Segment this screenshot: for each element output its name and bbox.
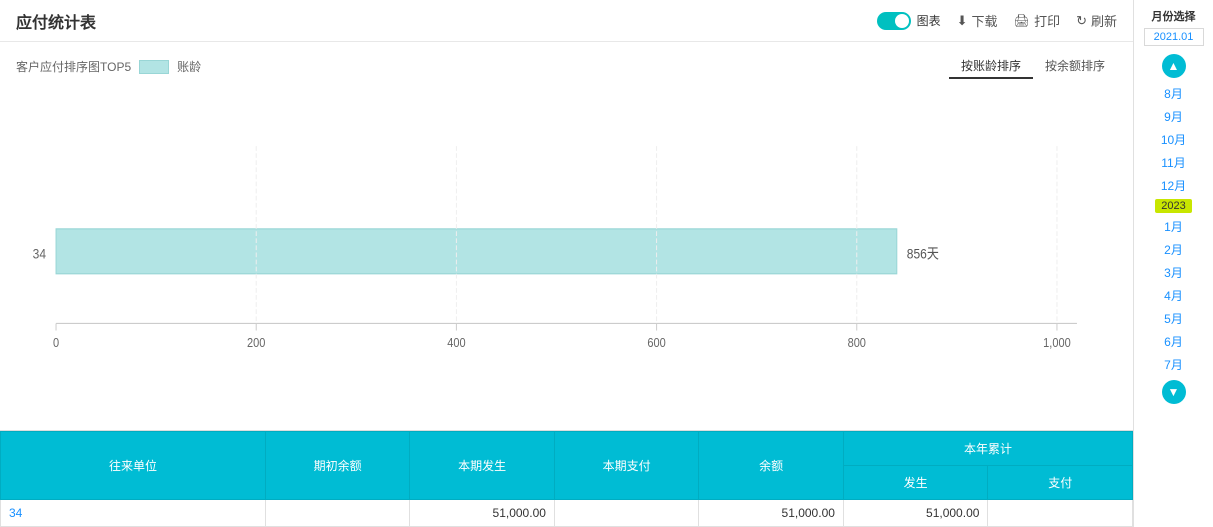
page-title: 应付统计表: [16, 9, 96, 33]
refresh-icon: ↻: [1076, 13, 1087, 29]
svg-text:200: 200: [247, 335, 266, 350]
sidebar-month-9[interactable]: 9月: [1134, 105, 1213, 128]
sidebar-month-1[interactable]: 1月: [1134, 215, 1213, 238]
sidebar-month-4[interactable]: 4月: [1134, 284, 1213, 307]
sidebar-month-11[interactable]: 11月: [1134, 151, 1213, 174]
cell-opening: [265, 500, 410, 527]
header: 应付统计表 图表 ⬇ 下载 🖨 打印 ↻ 刷新: [0, 0, 1133, 42]
cell-current-pay: [554, 500, 699, 527]
th-unit: 往来单位: [1, 432, 266, 500]
sidebar-title: 月份选择: [1152, 8, 1196, 24]
data-table: 往来单位 期初余额 本期发生 本期支付 余额 本年累计 发生 支付 34 51,…: [0, 431, 1133, 527]
chart-area: 客户应付排序图TOP5 账龄 按账龄排序 按余额排序 34 856天 0: [0, 42, 1133, 430]
y-label: 34: [33, 245, 46, 261]
sidebar: 月份选择 ▲ 8月 9月 10月 11月 12月 2023 1月 2月 3月 4…: [1133, 0, 1213, 527]
print-label: 打印: [1034, 11, 1060, 30]
th-opening: 期初余额: [265, 432, 410, 500]
svg-text:1,000: 1,000: [1043, 335, 1071, 350]
cell-balance: 51,000.00: [699, 500, 844, 527]
sidebar-month-3[interactable]: 3月: [1134, 261, 1213, 284]
svg-text:800: 800: [848, 335, 867, 350]
chart-svg: 34 856天 0 200 400 600 800 1,000: [16, 87, 1117, 418]
th-current-occur: 本期发生: [410, 432, 555, 500]
chart-header: 客户应付排序图TOP5 账龄 按账龄排序 按余额排序: [16, 54, 1117, 79]
main-content: 应付统计表 图表 ⬇ 下载 🖨 打印 ↻ 刷新 客户应付排序图TOP5: [0, 0, 1133, 527]
sidebar-month-8[interactable]: 8月: [1134, 82, 1213, 105]
unit-link[interactable]: 34: [9, 506, 22, 520]
sidebar-month-10[interactable]: 10月: [1134, 128, 1213, 151]
table-header-row: 往来单位 期初余额 本期发生 本期支付 余额 本年累计: [1, 432, 1133, 466]
th-current-pay: 本期支付: [554, 432, 699, 500]
chart-legend: 客户应付排序图TOP5 账龄: [16, 58, 201, 75]
sort-by-balance-button[interactable]: 按余额排序: [1033, 54, 1117, 79]
th-year-cumulative: 本年累计: [843, 432, 1132, 466]
sort-by-age-button[interactable]: 按账龄排序: [949, 54, 1033, 79]
refresh-button[interactable]: ↻ 刷新: [1076, 11, 1117, 30]
header-actions: 图表 ⬇ 下载 🖨 打印 ↻ 刷新: [877, 11, 1117, 30]
chart-wrapper: 34 856天 0 200 400 600 800 1,000: [16, 87, 1117, 418]
svg-text:400: 400: [447, 335, 466, 350]
cell-unit: 34: [1, 500, 266, 527]
sidebar-month-7[interactable]: 7月: [1134, 353, 1213, 376]
chart-toggle-label: 图表: [917, 12, 941, 29]
th-year-pay: 支付: [988, 466, 1133, 500]
sidebar-month-5[interactable]: 5月: [1134, 307, 1213, 330]
print-button[interactable]: 🖨 打印: [1014, 11, 1061, 30]
download-button[interactable]: ⬇ 下载: [957, 11, 998, 30]
table-row: 34 51,000.00 51,000.00 51,000.00: [1, 500, 1133, 527]
svg-text:600: 600: [647, 335, 666, 350]
year-input[interactable]: [1144, 28, 1204, 46]
cell-year-occur: 51,000.00: [843, 500, 988, 527]
cell-year-pay: [988, 500, 1133, 527]
sidebar-month-2[interactable]: 2月: [1134, 238, 1213, 261]
print-icon: 🖨: [1014, 13, 1031, 29]
legend-box: [139, 60, 169, 74]
th-year-occur: 发生: [843, 466, 988, 500]
year-badge[interactable]: 2023: [1155, 199, 1191, 213]
bar-value-label: 856天: [907, 245, 939, 261]
sidebar-month-6[interactable]: 6月: [1134, 330, 1213, 353]
chart-bar: [56, 229, 897, 274]
sidebar-month-12[interactable]: 12月: [1134, 174, 1213, 197]
download-icon: ⬇: [957, 13, 968, 29]
nav-up-button[interactable]: ▲: [1162, 54, 1186, 78]
refresh-label: 刷新: [1091, 11, 1117, 30]
th-balance: 余额: [699, 432, 844, 500]
nav-down-button[interactable]: ▼: [1162, 380, 1186, 404]
legend-box-label: 账龄: [177, 58, 201, 75]
svg-text:0: 0: [53, 335, 59, 350]
sort-buttons: 按账龄排序 按余额排序: [949, 54, 1117, 79]
legend-text: 客户应付排序图TOP5: [16, 58, 131, 75]
table-area: 往来单位 期初余额 本期发生 本期支付 余额 本年累计 发生 支付 34 51,…: [0, 430, 1133, 527]
download-label: 下载: [972, 11, 998, 30]
cell-current-occur: 51,000.00: [410, 500, 555, 527]
chart-toggle-wrap: 图表: [877, 12, 941, 30]
chart-toggle[interactable]: [877, 12, 911, 30]
